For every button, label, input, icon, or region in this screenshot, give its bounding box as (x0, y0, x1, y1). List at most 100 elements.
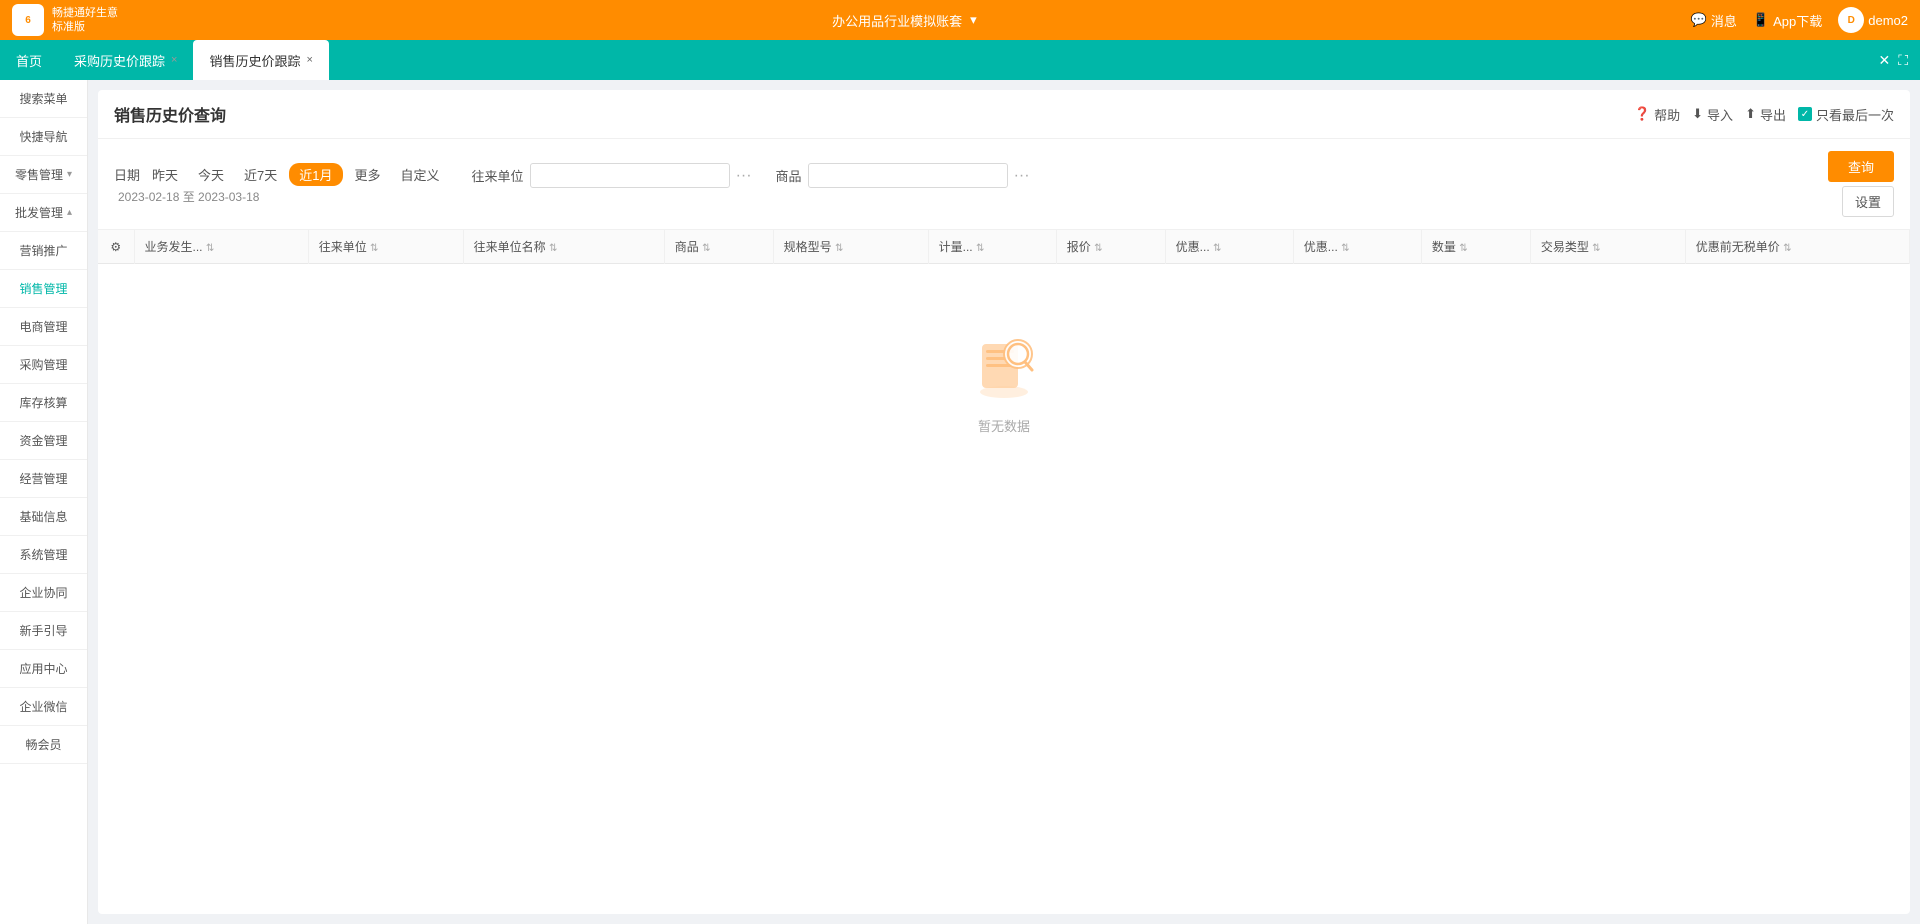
sort-biz-date-icon[interactable]: ⇅ (206, 243, 214, 254)
tab-sales-close[interactable]: × (306, 54, 312, 66)
message-btn[interactable]: 💬 消息 (1691, 11, 1737, 30)
tab-home-label: 首页 (16, 51, 42, 70)
date-range: 2023-02-18 至 2023-03-18 (118, 188, 448, 205)
help-icon: ❓ (1634, 106, 1650, 122)
filter-row: 日期 昨天 今天 近7天 近1月 更多 自定义 2023-02-18 至 202… (114, 151, 1894, 217)
topbar: 6 畅捷通好生意 标准版 办公用品行业模拟账套 ▾ 💬 消息 📱 App下载 D… (0, 0, 1920, 40)
sidebar-item-label: 搜索菜单 (19, 90, 67, 107)
source-unit-dots[interactable]: ··· (736, 167, 752, 185)
empty-text: 暂无数据 (978, 416, 1030, 435)
sidebar-item-label: 企业协同 (19, 584, 67, 601)
tab-home[interactable]: 首页 (0, 40, 58, 80)
setting-button[interactable]: 设置 (1842, 186, 1894, 217)
sort-discount1-icon[interactable]: ⇅ (1213, 243, 1221, 254)
date-btn-7days[interactable]: 近7天 (236, 163, 285, 186)
avatar: D (1838, 7, 1864, 33)
tabbar: 首页 采购历史价跟踪 × 销售历史价跟踪 × ✕ ⛶ (0, 40, 1920, 80)
col-partner-id: 往来单位 ⇅ (308, 230, 463, 264)
topbar-center: 办公用品行业模拟账套 ▾ (832, 11, 977, 30)
sidebar-item-wholesale-mgmt[interactable]: 批发管理 ▴ (0, 194, 87, 232)
sort-unit-icon[interactable]: ⇅ (976, 243, 984, 254)
tab-sales-label: 销售历史价跟踪 (209, 51, 300, 70)
sidebar-item-basic-info[interactable]: 基础信息 (0, 498, 87, 536)
message-icon: 💬 (1691, 12, 1707, 28)
source-unit-input[interactable] (530, 163, 730, 188)
chevron-down-icon: ▾ (67, 169, 72, 180)
tabbar-actions: ✕ ⛶ (1878, 52, 1920, 69)
sidebar-item-enterprise-agreement[interactable]: 企业协同 (0, 574, 87, 612)
tab-purchase-history[interactable]: 采购历史价跟踪 × (58, 40, 193, 80)
topbar-left: 6 畅捷通好生意 标准版 (12, 4, 118, 36)
help-btn[interactable]: ❓ 帮助 (1634, 105, 1680, 124)
sort-trade-type-icon[interactable]: ⇅ (1592, 243, 1600, 254)
user-btn[interactable]: D demo2 (1838, 7, 1908, 33)
sidebar-item-operation-mgmt[interactable]: 经营管理 (0, 460, 87, 498)
sidebar-item-label: 资金管理 (19, 432, 67, 449)
sidebar-item-system-mgmt[interactable]: 系统管理 (0, 536, 87, 574)
only-last-checkbox[interactable] (1798, 107, 1812, 121)
sort-product-icon[interactable]: ⇅ (702, 243, 710, 254)
col-gear: ⚙ (98, 230, 134, 264)
sidebar-item-purchase-mgmt[interactable]: 采购管理 (0, 346, 87, 384)
sidebar-item-inventory[interactable]: 库存核算 (0, 384, 87, 422)
product-input[interactable] (808, 163, 1008, 188)
sort-discount2-icon[interactable]: ⇅ (1341, 243, 1349, 254)
sidebar-item-label: 批发管理 (15, 204, 63, 221)
col-biz-date: 业务发生... ⇅ (134, 230, 308, 264)
sidebar-item-label: 企业微信 (19, 698, 67, 715)
col-discount2: 优惠... ⇅ (1293, 230, 1421, 264)
col-product: 商品 ⇅ (664, 230, 773, 264)
sort-partner-name-icon[interactable]: ⇅ (549, 243, 557, 254)
maximize-icon[interactable]: ⛶ (1898, 52, 1908, 69)
sidebar-item-label: 系统管理 (19, 546, 67, 563)
tab-sales-history[interactable]: 销售历史价跟踪 × (193, 40, 328, 80)
col-quote: 报价 ⇅ (1056, 230, 1165, 264)
date-btn-1month[interactable]: 近1月 (289, 163, 342, 186)
sidebar-item-ecommerce-mgmt[interactable]: 电商管理 (0, 308, 87, 346)
sidebar-item-quick-nav[interactable]: 快捷导航 (0, 118, 87, 156)
only-last-checkbox-label[interactable]: 只看最后一次 (1798, 105, 1894, 124)
date-btn-today[interactable]: 今天 (190, 163, 232, 186)
query-button[interactable]: 查询 (1828, 151, 1894, 182)
sidebar-item-finance-mgmt[interactable]: 资金管理 (0, 422, 87, 460)
date-btn-more[interactable]: 更多 (347, 163, 389, 186)
product-dots[interactable]: ··· (1014, 167, 1030, 185)
tab-purchase-close[interactable]: × (171, 54, 177, 66)
sidebar-item-sales-mgmt[interactable]: 销售管理 (0, 270, 87, 308)
sidebar-item-label: 经营管理 (19, 470, 67, 487)
col-unit: 计量... ⇅ (928, 230, 1056, 264)
export-icon: ⬆ (1745, 106, 1756, 122)
sidebar: 搜索菜单 快捷导航 零售管理 ▾ 批发管理 ▴ 营销推广 销售管理 电商管理 采… (0, 80, 88, 924)
sort-quantity-icon[interactable]: ⇅ (1459, 243, 1467, 254)
sidebar-item-retail-mgmt[interactable]: 零售管理 ▾ (0, 156, 87, 194)
sidebar-item-enterprise-wechat[interactable]: 企业微信 (0, 688, 87, 726)
date-btn-yesterday[interactable]: 昨天 (144, 163, 186, 186)
sidebar-item-marketing[interactable]: 营销推广 (0, 232, 87, 270)
sidebar-item-label: 电商管理 (19, 318, 67, 335)
app-download-btn[interactable]: 📱 App下载 (1753, 11, 1822, 30)
col-spec: 规格型号 ⇅ (773, 230, 928, 264)
empty-state: 暂无数据 (98, 264, 1910, 495)
sidebar-item-label: 采购管理 (19, 356, 67, 373)
col-trade-type: 交易类型 ⇅ (1530, 230, 1685, 264)
date-btn-custom[interactable]: 自定义 (393, 163, 448, 186)
dropdown-icon[interactable]: ▾ (970, 12, 977, 28)
import-btn[interactable]: ⬇ 导入 (1692, 105, 1733, 124)
tab-purchase-label: 采购历史价跟踪 (74, 51, 165, 70)
sort-pre-tax-price-icon[interactable]: ⇅ (1783, 243, 1791, 254)
sidebar-item-app-center[interactable]: 应用中心 (0, 650, 87, 688)
gear-icon[interactable]: ⚙ (110, 240, 121, 254)
close-all-icon[interactable]: ✕ (1878, 52, 1890, 69)
sidebar-item-beginner-guide[interactable]: 新手引导 (0, 612, 87, 650)
sort-spec-icon[interactable]: ⇅ (835, 243, 843, 254)
brand-name: 畅捷通好生意 标准版 (52, 6, 118, 35)
sidebar-item-search-menu[interactable]: 搜索菜单 (0, 80, 87, 118)
sort-quote-icon[interactable]: ⇅ (1094, 243, 1102, 254)
sidebar-item-label: 销售管理 (19, 280, 67, 297)
export-btn[interactable]: ⬆ 导出 (1745, 105, 1786, 124)
sidebar-item-label: 营销推广 (19, 242, 67, 259)
sort-partner-id-icon[interactable]: ⇅ (370, 243, 378, 254)
sidebar-item-label: 畅会员 (25, 736, 61, 753)
sidebar-item-vip-member[interactable]: 畅会员 (0, 726, 87, 764)
import-icon: ⬇ (1692, 106, 1703, 122)
